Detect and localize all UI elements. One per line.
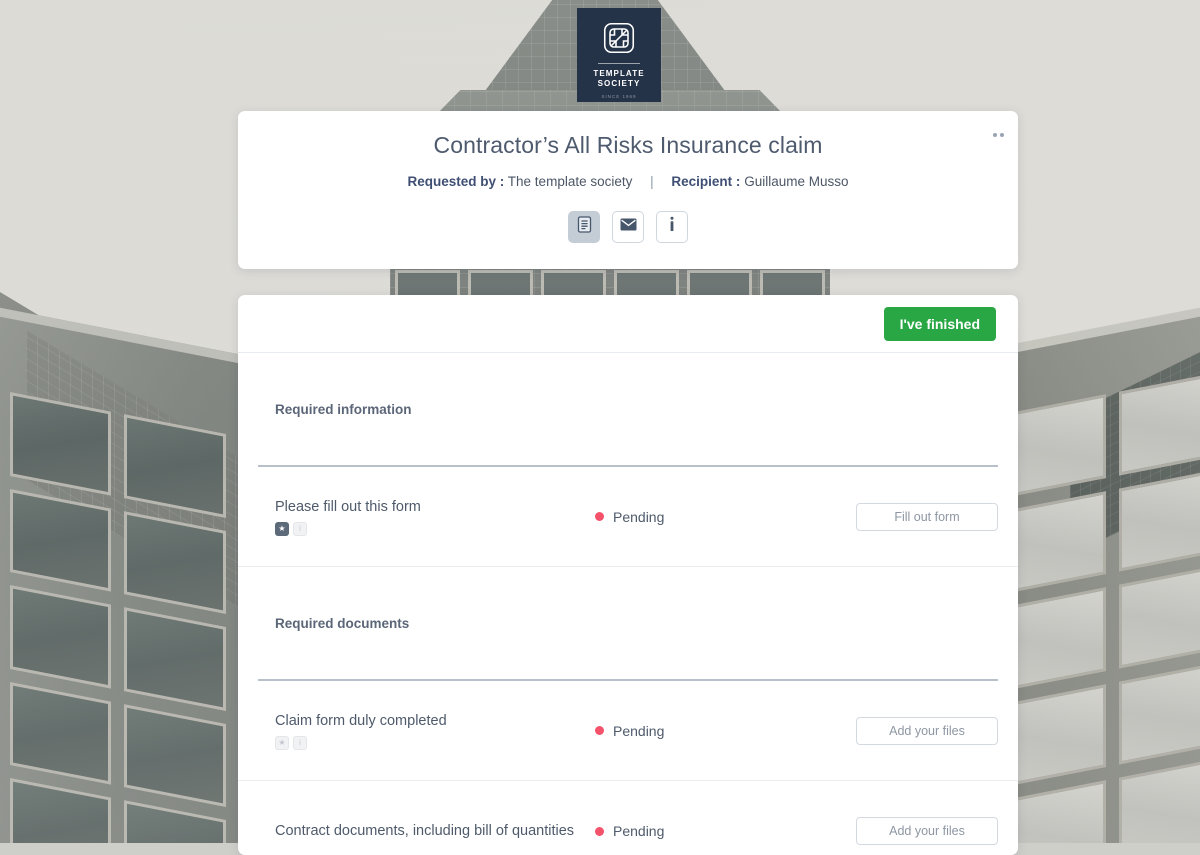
- tab-info[interactable]: [656, 211, 688, 243]
- page-title: Contractor’s All Risks Insurance claim: [433, 132, 823, 158]
- task-row: Please fill out this form ★ i Pending Fill o…: [238, 467, 1018, 567]
- task-action: Add your files: [856, 817, 998, 845]
- recipient-value: Guillaume Musso: [744, 174, 849, 189]
- sections-container: Required information Please fill out this…: [238, 353, 1018, 855]
- card-action-bar: I've finished: [238, 295, 1018, 353]
- task-label-group: Please fill out this form ★ i: [275, 498, 595, 536]
- status-dot-icon: [595, 726, 604, 735]
- section-title: Required documents: [275, 615, 410, 631]
- fill-out-form-button[interactable]: Fill out form: [856, 502, 998, 531]
- brand-since-text: SINCE 1969: [601, 94, 637, 99]
- status-dot-icon: [595, 512, 604, 521]
- task-label-group: Contract documents, including bill of qu…: [275, 822, 595, 841]
- task-badges: ★ i: [275, 735, 595, 750]
- required-badge-icon[interactable]: ★: [275, 735, 289, 750]
- status-text: Pending: [613, 508, 665, 525]
- task-action: Add your files: [856, 716, 998, 745]
- status-badge: Pending: [595, 823, 835, 839]
- header-card: Contractor’s All Risks Insurance claim R…: [238, 111, 1018, 269]
- info-badge-icon[interactable]: i: [293, 521, 307, 536]
- logo-divider: [598, 63, 640, 64]
- section-header: Required information: [238, 353, 1018, 465]
- section-title: Required information: [275, 401, 412, 417]
- header-tab-bar: [238, 211, 1018, 243]
- finish-button[interactable]: I've finished: [883, 306, 996, 341]
- add-your-files-button[interactable]: Add your files: [856, 817, 998, 845]
- add-your-files-button[interactable]: Add your files: [856, 716, 998, 745]
- recipient-label: Recipient :: [671, 174, 741, 189]
- celtic-knot-monogram-icon: [601, 20, 637, 56]
- overflow-dots-icon[interactable]: [993, 133, 1004, 137]
- task-row: Claim form duly completed ★ i Pending Add yo…: [238, 681, 1018, 781]
- task-label: Contract documents, including bill of qu…: [275, 822, 575, 839]
- envelope-icon: [620, 218, 637, 236]
- tab-documents[interactable]: [568, 211, 600, 243]
- requested-by-label: Requested by :: [407, 174, 505, 189]
- task-label: Claim form duly completed: [275, 712, 447, 729]
- status-dot-icon: [595, 826, 604, 836]
- status-text: Pending: [613, 722, 665, 739]
- info-badge-icon[interactable]: i: [293, 735, 307, 750]
- task-badges: ★ i: [275, 521, 595, 536]
- tasks-card: I've finished Required information Please…: [238, 295, 1018, 855]
- brand-name-line2: SOCIETY: [597, 79, 641, 88]
- brand-name-line1: TEMPLATE: [593, 69, 645, 78]
- requested-by-value: The template society: [507, 174, 633, 189]
- tab-messages[interactable]: [612, 211, 644, 243]
- section-header: Required documents: [238, 567, 1018, 679]
- document-meta: Requested by : The template society | Re…: [238, 174, 1018, 189]
- status-badge: Pending: [595, 509, 835, 525]
- status-badge: Pending: [595, 723, 835, 739]
- meta-separator: |: [650, 174, 654, 189]
- required-badge-icon[interactable]: ★: [275, 521, 289, 536]
- task-label: Please fill out this form: [275, 498, 421, 515]
- document-icon: [577, 216, 592, 238]
- brand-logo: TEMPLATE SOCIETY SINCE 1969: [577, 8, 661, 102]
- task-action: Fill out form: [856, 502, 998, 531]
- task-row: Contract documents, including bill of qu…: [238, 781, 1018, 855]
- task-label-group: Claim form duly completed ★ i: [275, 712, 595, 750]
- info-icon: [668, 216, 676, 238]
- status-text: Pending: [613, 823, 665, 839]
